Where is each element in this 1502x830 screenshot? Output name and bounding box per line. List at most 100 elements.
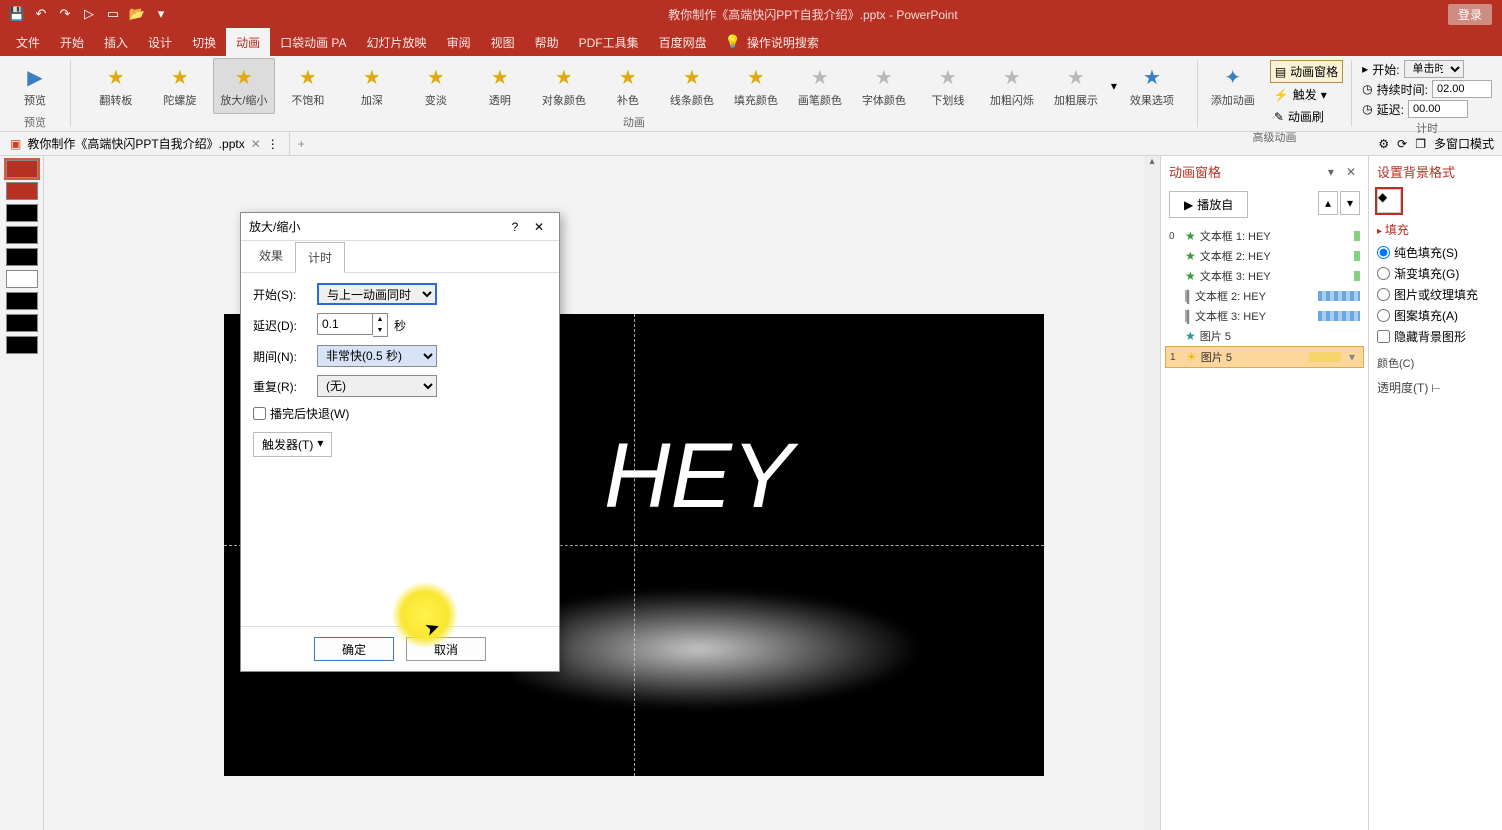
thumb-6[interactable] — [6, 270, 38, 288]
pane-close-icon[interactable]: ✕ — [1342, 165, 1360, 179]
thumb-1[interactable] — [6, 160, 38, 178]
thumb-7[interactable] — [6, 292, 38, 310]
slide-text-hey[interactable]: HEY — [604, 424, 1044, 529]
trigger-dropdown[interactable]: 触发器(T)▾ — [253, 432, 332, 457]
sync-icon[interactable]: ⟳ — [1397, 137, 1407, 151]
repeat-select[interactable]: (无) — [317, 375, 437, 397]
animation-item[interactable]: ★文本框 2: HEY — [1165, 246, 1364, 266]
effect-complementary[interactable]: ★补色 — [597, 58, 659, 114]
effect-lighten[interactable]: ★变淡 — [405, 58, 467, 114]
fill-header[interactable]: 填充 — [1377, 221, 1494, 238]
effect-object-color[interactable]: ★对象颜色 — [533, 58, 595, 114]
qat-new-icon[interactable]: ▭ — [104, 5, 122, 23]
qat-more-icon[interactable]: ▾ — [152, 5, 170, 23]
animation-painter-button[interactable]: ✎动画刷 — [1270, 106, 1343, 127]
cloud-image[interactable] — [514, 574, 974, 724]
effect-grow-shrink[interactable]: ★放大/缩小 — [213, 58, 275, 114]
add-tab-button[interactable]: + — [290, 137, 313, 151]
vertical-scrollbar[interactable]: ▴ — [1144, 156, 1160, 830]
animation-item[interactable]: ★图片 5 — [1165, 326, 1364, 346]
animation-item[interactable]: 1☀图片 5▾ — [1165, 346, 1364, 368]
animation-item[interactable]: ★文本框 3: HEY — [1165, 266, 1364, 286]
dialog-help-icon[interactable]: ? — [503, 220, 527, 234]
tab-animation[interactable]: 动画 — [226, 28, 270, 57]
effect-transparency[interactable]: ★透明 — [469, 58, 531, 114]
pattern-fill-radio[interactable] — [1377, 309, 1390, 322]
delay-input[interactable] — [317, 313, 373, 335]
effect-fill-color[interactable]: ★填充颜色 — [725, 58, 787, 114]
effect-underline[interactable]: ★下划线 — [917, 58, 979, 114]
thumb-8[interactable] — [6, 314, 38, 332]
close-tab-icon[interactable]: ✕ — [251, 137, 261, 151]
effect-options-button[interactable]: ★效果选项 — [1121, 58, 1183, 114]
trigger-button[interactable]: ⚡触发▾ — [1270, 84, 1343, 105]
tab-pdf[interactable]: PDF工具集 — [569, 28, 649, 57]
tab-review[interactable]: 审阅 — [437, 28, 481, 57]
tab-view[interactable]: 视图 — [481, 28, 525, 57]
start-select[interactable]: 单击时 — [1404, 60, 1464, 78]
login-button[interactable]: 登录 — [1448, 4, 1492, 25]
effect-teeter[interactable]: ★翻转板 — [85, 58, 147, 114]
delay-input[interactable] — [1408, 100, 1468, 118]
animation-pane-button[interactable]: ▤动画窗格 — [1270, 60, 1343, 83]
gallery-expand-icon[interactable]: ▾ — [1111, 79, 1117, 93]
qat-redo-icon[interactable]: ↷ — [56, 5, 74, 23]
thumb-3[interactable] — [6, 204, 38, 222]
effect-spin[interactable]: ★陀螺旋 — [149, 58, 211, 114]
tab-slideshow[interactable]: 幻灯片放映 — [357, 28, 437, 57]
dialog-close-icon[interactable]: ✕ — [527, 220, 551, 234]
cancel-button[interactable]: 取消 — [406, 637, 486, 661]
tab-menu-icon[interactable]: ⋮ — [267, 137, 279, 151]
qat-undo-icon[interactable]: ↶ — [32, 5, 50, 23]
tab-transition[interactable]: 切换 — [182, 28, 226, 57]
document-tab[interactable]: ▣ 教你制作《高端快闪PPT自我介绍》.pptx ✕ ⋮ — [0, 132, 290, 155]
duration-select[interactable]: 非常快(0.5 秒) — [317, 345, 437, 367]
thumb-2[interactable] — [6, 182, 38, 200]
start-select[interactable]: 与上一动画同时 — [317, 283, 437, 305]
fill-swatch[interactable]: ◆ — [1377, 189, 1401, 213]
move-down-button[interactable]: ▾ — [1340, 191, 1360, 215]
add-animation-button[interactable]: ✦添加动画 — [1202, 58, 1264, 114]
anim-dropdown-icon[interactable]: ▾ — [1345, 350, 1359, 364]
ok-button[interactable]: 确定 — [314, 637, 394, 661]
play-from-button[interactable]: ▶播放自 — [1169, 191, 1248, 218]
solid-fill-radio[interactable] — [1377, 246, 1390, 259]
thumb-9[interactable] — [6, 336, 38, 354]
animation-item[interactable]: 0★文本框 1: HEY — [1165, 226, 1364, 246]
spin-down[interactable]: ▼ — [373, 325, 387, 336]
tab-design[interactable]: 设计 — [138, 28, 182, 57]
multiwindow-label[interactable]: 多窗口模式 — [1434, 135, 1494, 152]
effect-line-color[interactable]: ★线条颜色 — [661, 58, 723, 114]
effect-bold-flash[interactable]: ★加粗闪烁 — [981, 58, 1043, 114]
move-up-button[interactable]: ▴ — [1318, 191, 1338, 215]
qat-save-icon[interactable]: 💾 — [8, 5, 26, 23]
tab-baidu[interactable]: 百度网盘 — [649, 28, 717, 57]
pane-menu-icon[interactable]: ▾ — [1324, 165, 1338, 179]
thumb-5[interactable] — [6, 248, 38, 266]
hide-bg-checkbox[interactable] — [1377, 330, 1390, 343]
thumb-4[interactable] — [6, 226, 38, 244]
effect-darken[interactable]: ★加深 — [341, 58, 403, 114]
qat-open-icon[interactable]: 📂 — [128, 5, 146, 23]
rewind-checkbox[interactable] — [253, 407, 266, 420]
effect-font-color[interactable]: ★字体颜色 — [853, 58, 915, 114]
tab-home[interactable]: 开始 — [50, 28, 94, 57]
tell-me-search[interactable]: 💡 操作说明搜索 — [725, 34, 819, 51]
gradient-fill-radio[interactable] — [1377, 267, 1390, 280]
tab-help[interactable]: 帮助 — [525, 28, 569, 57]
gear-icon[interactable]: ⚙ — [1378, 137, 1389, 151]
picture-fill-radio[interactable] — [1377, 288, 1390, 301]
animation-item[interactable]: ▎文本框 2: HEY — [1165, 286, 1364, 306]
dialog-tab-timing[interactable]: 计时 — [295, 242, 345, 273]
dialog-tab-effect[interactable]: 效果 — [247, 241, 295, 272]
spin-up[interactable]: ▲ — [373, 314, 387, 325]
tab-insert[interactable]: 插入 — [94, 28, 138, 57]
tab-file[interactable]: 文件 — [6, 28, 50, 57]
animation-item[interactable]: ▎文本框 3: HEY — [1165, 306, 1364, 326]
tab-islide[interactable]: 口袋动画 PA — [270, 28, 356, 57]
preview-button[interactable]: ▶ 预览 — [4, 58, 66, 114]
effect-desaturate[interactable]: ★不饱和 — [277, 58, 339, 114]
effect-bold-reveal[interactable]: ★加粗展示 — [1045, 58, 1107, 114]
qat-start-icon[interactable]: ▷ — [80, 5, 98, 23]
effect-brush-color[interactable]: ★画笔颜色 — [789, 58, 851, 114]
